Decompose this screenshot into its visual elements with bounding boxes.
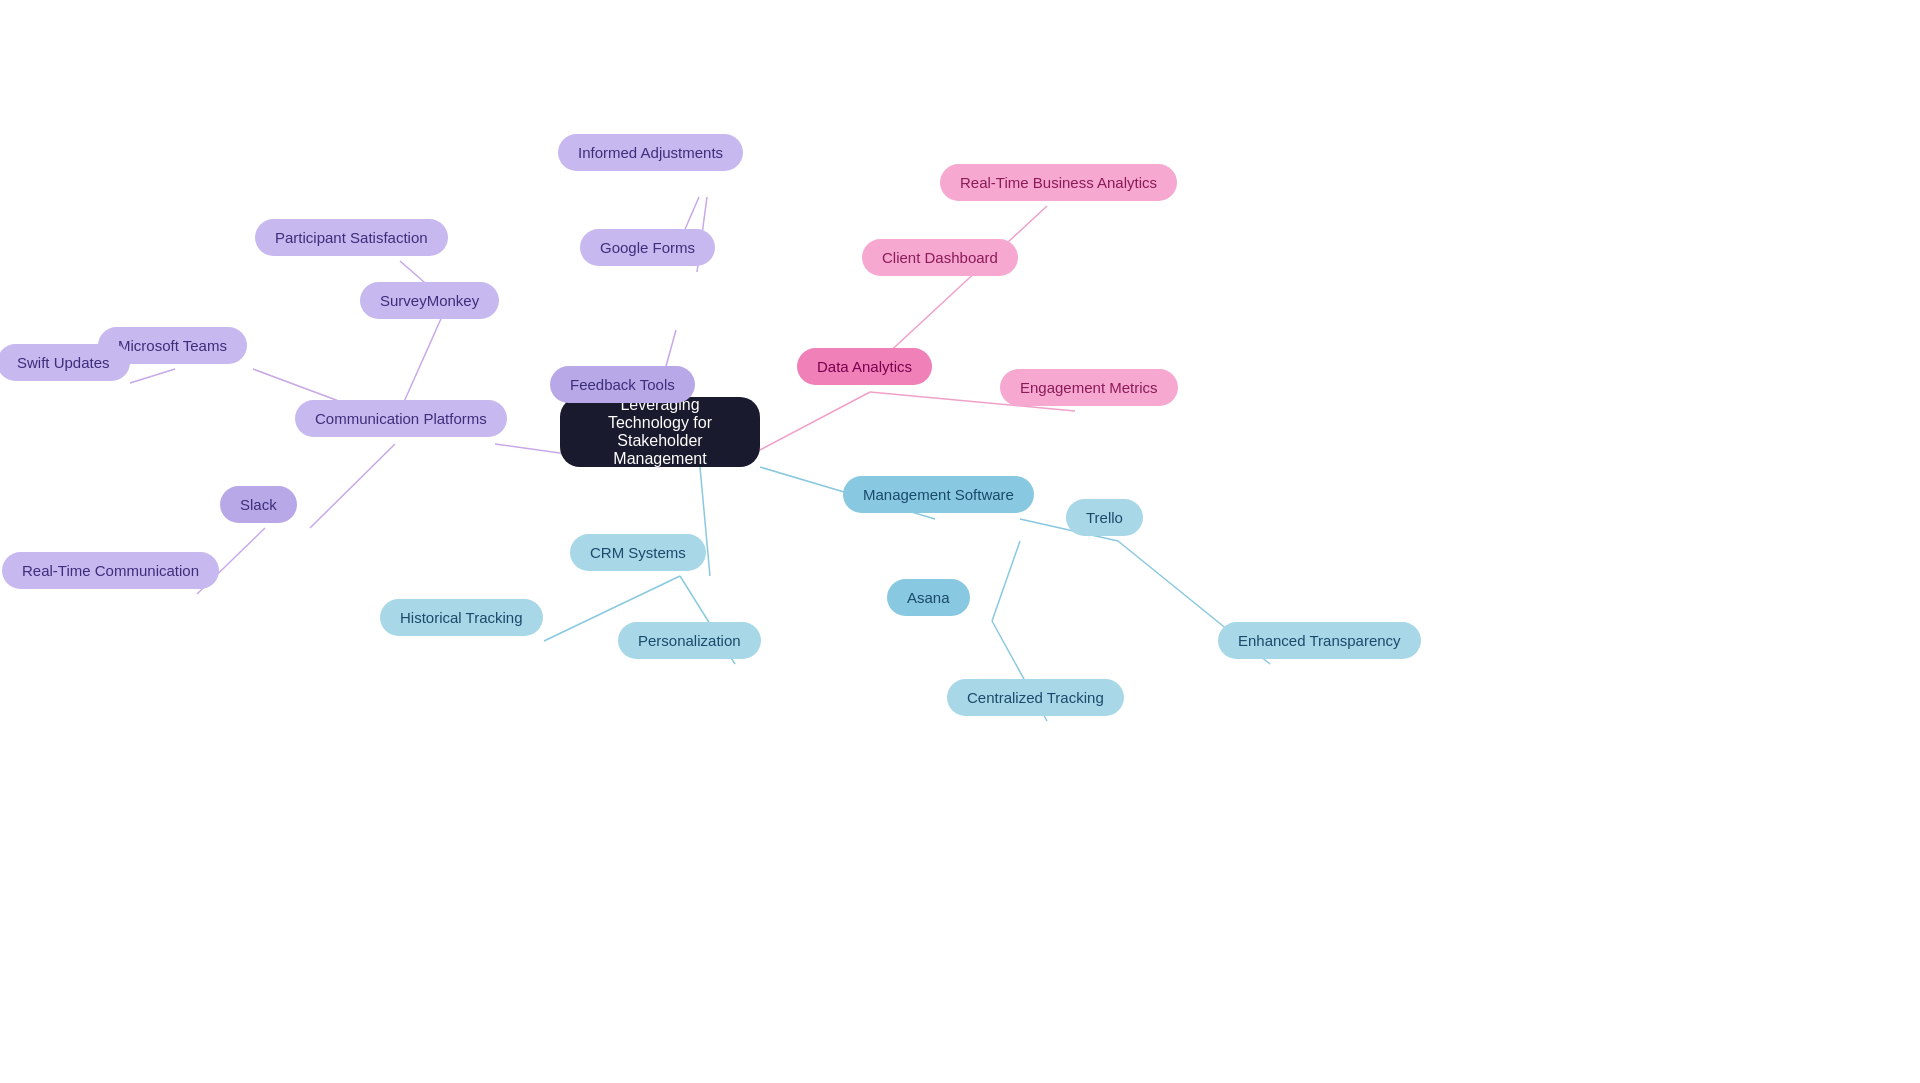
node-feedback-tools: Feedback Tools [550,366,695,403]
node-communication-platforms: Communication Platforms [295,400,507,437]
center-node: Leveraging Technology for Stakeholder Ma… [560,397,760,467]
svg-line-8 [130,369,175,383]
node-informed-adjustments: Informed Adjustments [558,134,743,171]
node-surveymonkey: SurveyMonkey [360,282,499,319]
node-slack: Slack [220,486,297,523]
node-participant-satisfaction: Participant Satisfaction [255,219,448,256]
node-real-time-communication: Real-Time Communication [2,552,219,589]
node-trello: Trello [1066,499,1143,536]
node-historical-tracking: Historical Tracking [380,599,543,636]
node-crm-systems: CRM Systems [570,534,706,571]
node-client-dashboard: Client Dashboard [862,239,1018,276]
node-enhanced-transparency: Enhanced Transparency [1218,622,1421,659]
svg-line-7 [310,444,395,528]
node-asana: Asana [887,579,970,616]
node-swift-updates: Swift Updates [0,344,130,381]
node-management-software: Management Software [843,476,1034,513]
node-engagement-metrics: Engagement Metrics [1000,369,1178,406]
node-real-time-business-analytics: Real-Time Business Analytics [940,164,1177,201]
node-personalization: Personalization [618,622,761,659]
node-data-analytics: Data Analytics [797,348,932,385]
svg-line-19 [992,541,1020,621]
svg-line-2 [760,392,870,450]
node-centralized-tracking: Centralized Tracking [947,679,1124,716]
node-google-forms: Google Forms [580,229,715,266]
